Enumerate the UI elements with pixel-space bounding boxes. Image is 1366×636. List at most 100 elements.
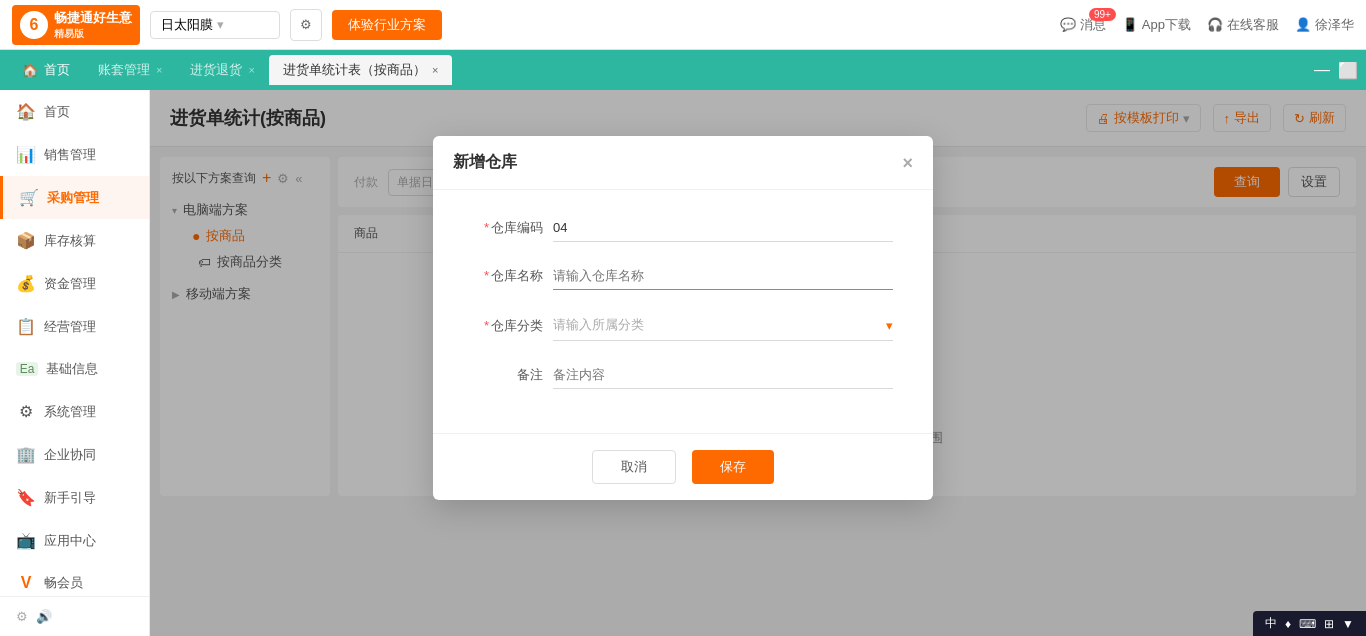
operations-icon: 📋 [16, 317, 36, 336]
message-icon: 💬 [1060, 17, 1076, 32]
modal-close-button[interactable]: × [902, 154, 913, 172]
sidebar-label-system: 系统管理 [44, 403, 96, 421]
input-name[interactable] [553, 262, 893, 290]
tab-minimize-button[interactable]: — [1314, 61, 1330, 80]
input-code[interactable] [553, 214, 893, 242]
sidebar-settings-icon[interactable]: ⚙ [16, 609, 28, 624]
member-icon: V [16, 574, 36, 592]
tab-home-icon: 🏠 [22, 63, 38, 78]
status-zh[interactable]: 中 [1265, 615, 1277, 632]
app-download-label: App下载 [1142, 16, 1191, 34]
headset-icon: 🎧 [1207, 17, 1223, 32]
settings-gear-button[interactable]: ⚙ [290, 9, 322, 41]
tab-accounts-label: 账套管理 [98, 61, 150, 79]
tab-returns[interactable]: 进货退货 × [176, 55, 268, 85]
sidebar-label-guide: 新手引导 [44, 489, 96, 507]
tab-accounts[interactable]: 账套管理 × [84, 55, 176, 85]
sidebar-label-purchase: 采购管理 [47, 189, 99, 207]
sidebar-item-inventory[interactable]: 📦 库存核算 [0, 219, 149, 262]
tab-home[interactable]: 🏠 首页 [8, 55, 84, 85]
arrow-down-status-icon[interactable]: ▼ [1342, 617, 1354, 631]
grid-icon[interactable]: ⊞ [1324, 617, 1334, 631]
tab-returns-close[interactable]: × [248, 64, 254, 76]
inventory-icon: 📦 [16, 231, 36, 250]
tab-maximize-button[interactable]: ⬜ [1338, 61, 1358, 80]
save-button[interactable]: 保存 [692, 450, 774, 484]
store-chevron-icon: ▾ [217, 17, 269, 32]
enterprise-icon: 🏢 [16, 445, 36, 464]
category-chevron-icon: ▾ [886, 318, 893, 333]
sidebar-item-home[interactable]: 🏠 首页 [0, 90, 149, 133]
store-selector[interactable]: 日太阳膜 ▾ [150, 11, 280, 39]
sidebar-label-home: 首页 [44, 103, 70, 121]
user-name: 徐泽华 [1315, 16, 1354, 34]
top-navbar: 6 畅捷通好生意 精易版 日太阳膜 ▾ ⚙ 体验行业方案 💬 消息 99+ 📱 … [0, 0, 1366, 50]
label-code: 仓库编码 [473, 219, 553, 237]
purchase-icon: 🛒 [19, 188, 39, 207]
tab-stats[interactable]: 进货单统计表（按商品） × [269, 55, 452, 85]
trial-button[interactable]: 体验行业方案 [332, 10, 442, 40]
system-icon: ⚙ [16, 402, 36, 421]
online-service-label: 在线客服 [1227, 16, 1279, 34]
messages-button[interactable]: 💬 消息 99+ [1060, 16, 1106, 34]
tab-accounts-close[interactable]: × [156, 64, 162, 76]
sidebar-item-guide[interactable]: 🔖 新手引导 [0, 476, 149, 519]
logo-icon: 6 [20, 11, 48, 39]
guide-icon: 🔖 [16, 488, 36, 507]
logo: 6 畅捷通好生意 精易版 [12, 5, 140, 45]
sidebar-bottom: ⚙ 🔊 [0, 596, 149, 636]
sidebar-label-finance: 资金管理 [44, 275, 96, 293]
modal-header: 新增仓库 × [433, 136, 933, 190]
form-row-note: 备注 [473, 361, 893, 389]
logo-sub: 精易版 [54, 27, 132, 41]
logo-text-block: 畅捷通好生意 精易版 [54, 9, 132, 41]
tab-bar: 🏠 首页 账套管理 × 进货退货 × 进货单统计表（按商品） × — ⬜ [0, 50, 1366, 90]
sales-icon: 📊 [16, 145, 36, 164]
sidebar-label-sales: 销售管理 [44, 146, 96, 164]
sidebar-label-enterprise: 企业协同 [44, 446, 96, 464]
modal-body: 仓库编码 仓库名称 仓库分类 请输入所属分类 ▾ 备注 [433, 190, 933, 433]
sidebar-label-member: 畅会员 [44, 574, 83, 592]
modal-title: 新增仓库 [453, 152, 517, 173]
sidebar-label-operations: 经营管理 [44, 318, 96, 336]
sidebar-label-appcenter: 应用中心 [44, 532, 96, 550]
store-name: 日太阳膜 [161, 16, 213, 34]
sidebar-item-purchase[interactable]: 🛒 采购管理 [0, 176, 149, 219]
sidebar-item-appcenter[interactable]: 📺 应用中心 [0, 519, 149, 562]
phone-icon: 📱 [1122, 17, 1138, 32]
online-service-button[interactable]: 🎧 在线客服 [1207, 16, 1279, 34]
finance-icon: 💰 [16, 274, 36, 293]
status-bar: 中 ♦ ⌨ ⊞ ▼ [1253, 611, 1366, 636]
tab-home-label: 首页 [44, 61, 70, 79]
sidebar-item-member[interactable]: V 畅会员 [0, 562, 149, 596]
gear-icon: ⚙ [300, 17, 312, 32]
form-row-category: 仓库分类 请输入所属分类 ▾ [473, 310, 893, 341]
sidebar-item-system[interactable]: ⚙ 系统管理 [0, 390, 149, 433]
sidebar-volume-icon[interactable]: 🔊 [36, 609, 52, 624]
sidebar-item-finance[interactable]: 💰 资金管理 [0, 262, 149, 305]
sidebar-item-enterprise[interactable]: 🏢 企业协同 [0, 433, 149, 476]
input-note[interactable] [553, 361, 893, 389]
modal-footer: 取消 保存 [433, 433, 933, 500]
app-download-button[interactable]: 📱 App下载 [1122, 16, 1191, 34]
category-placeholder: 请输入所属分类 [553, 316, 644, 334]
basic-icon: Ea [16, 362, 38, 376]
sidebar-item-basic[interactable]: Ea 基础信息 [0, 348, 149, 390]
sidebar: 🏠 首页 📊 销售管理 🛒 采购管理 📦 库存核算 💰 资金管理 📋 经 [0, 90, 150, 636]
tab-stats-label: 进货单统计表（按商品） [283, 61, 426, 79]
form-row-name: 仓库名称 [473, 262, 893, 290]
logo-name: 畅捷通好生意 [54, 9, 132, 27]
message-badge: 99+ [1089, 8, 1116, 21]
new-warehouse-modal: 新增仓库 × 仓库编码 仓库名称 仓库分类 请输入所属分类 ▾ 备注 取消 [433, 136, 933, 500]
keyboard-icon[interactable]: ⌨ [1299, 617, 1316, 631]
cancel-button[interactable]: 取消 [592, 450, 676, 484]
top-right-actions: 💬 消息 99+ 📱 App下载 🎧 在线客服 👤 徐泽华 [1060, 16, 1354, 34]
tab-stats-close[interactable]: × [432, 64, 438, 76]
sidebar-item-operations[interactable]: 📋 经营管理 [0, 305, 149, 348]
home-icon: 🏠 [16, 102, 36, 121]
select-category[interactable]: 请输入所属分类 ▾ [553, 310, 893, 341]
user-avatar[interactable]: 👤 徐泽华 [1295, 16, 1354, 34]
sidebar-item-sales[interactable]: 📊 销售管理 [0, 133, 149, 176]
sidebar-scroll: 🏠 首页 📊 销售管理 🛒 采购管理 📦 库存核算 💰 资金管理 📋 经 [0, 90, 149, 596]
status-dot: ♦ [1285, 617, 1291, 631]
